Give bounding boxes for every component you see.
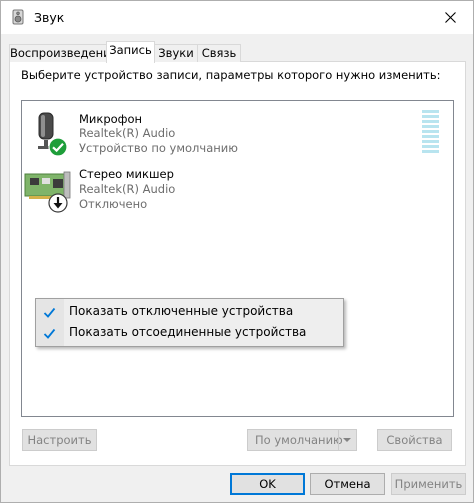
device-status: Устройство по умолчанию <box>79 141 238 155</box>
device-status: Отключено <box>79 197 148 211</box>
cancel-button[interactable]: Отмена <box>310 473 385 495</box>
disabled-arrow-badge-icon <box>48 193 68 213</box>
tab-label: Воспроизведение <box>10 46 118 60</box>
set-default-button[interactable]: По умолчанию <box>247 429 357 451</box>
close-button[interactable] <box>427 1 473 34</box>
default-check-badge-icon <box>48 137 68 157</box>
apply-button[interactable]: Применить <box>391 473 466 495</box>
tab-communications[interactable]: Связь <box>197 44 241 62</box>
tab-sounds[interactable]: Звуки <box>154 44 198 62</box>
device-driver: Realtek(R) Audio <box>79 126 176 140</box>
menu-item-label: Показать отключенные устройства <box>69 304 294 318</box>
level-meter <box>422 110 439 155</box>
set-default-label: По умолчанию <box>255 433 343 447</box>
configure-button[interactable]: Настроить <box>22 429 97 451</box>
device-name: Микрофон <box>79 112 143 126</box>
chevron-down-icon <box>343 438 351 442</box>
properties-button[interactable]: Свойства <box>377 429 452 451</box>
sound-dialog: Звук Воспроизведение Запись Звуки Связь … <box>0 0 474 503</box>
window-title: Звук <box>34 10 65 25</box>
device-driver: Realtek(R) Audio <box>79 182 176 196</box>
speaker-icon <box>10 9 26 25</box>
tab-label: Связь <box>201 46 237 60</box>
check-icon <box>43 328 56 339</box>
device-name: Стерео микшер <box>79 167 174 181</box>
ok-button[interactable]: OK <box>230 473 305 495</box>
context-menu: Показать отключенные устройства Показать… <box>35 298 344 347</box>
tab-label: Запись <box>109 43 152 57</box>
tab-label: Звуки <box>158 46 194 60</box>
instruction-text: Выберите устройство записи, параметры ко… <box>21 68 441 82</box>
close-icon <box>444 12 456 23</box>
check-icon <box>43 307 56 318</box>
menu-item-label: Показать отсоединенные устройства <box>69 325 307 339</box>
set-default-dropdown[interactable] <box>338 430 356 450</box>
menu-item-show-disconnected[interactable]: Показать отсоединенные устройства <box>36 323 343 344</box>
title-bar[interactable]: Звук <box>1 1 473 34</box>
menu-item-show-disabled[interactable]: Показать отключенные устройства <box>36 302 343 323</box>
tab-playback[interactable]: Воспроизведение <box>9 44 118 62</box>
tab-recording[interactable]: Запись <box>106 41 155 63</box>
